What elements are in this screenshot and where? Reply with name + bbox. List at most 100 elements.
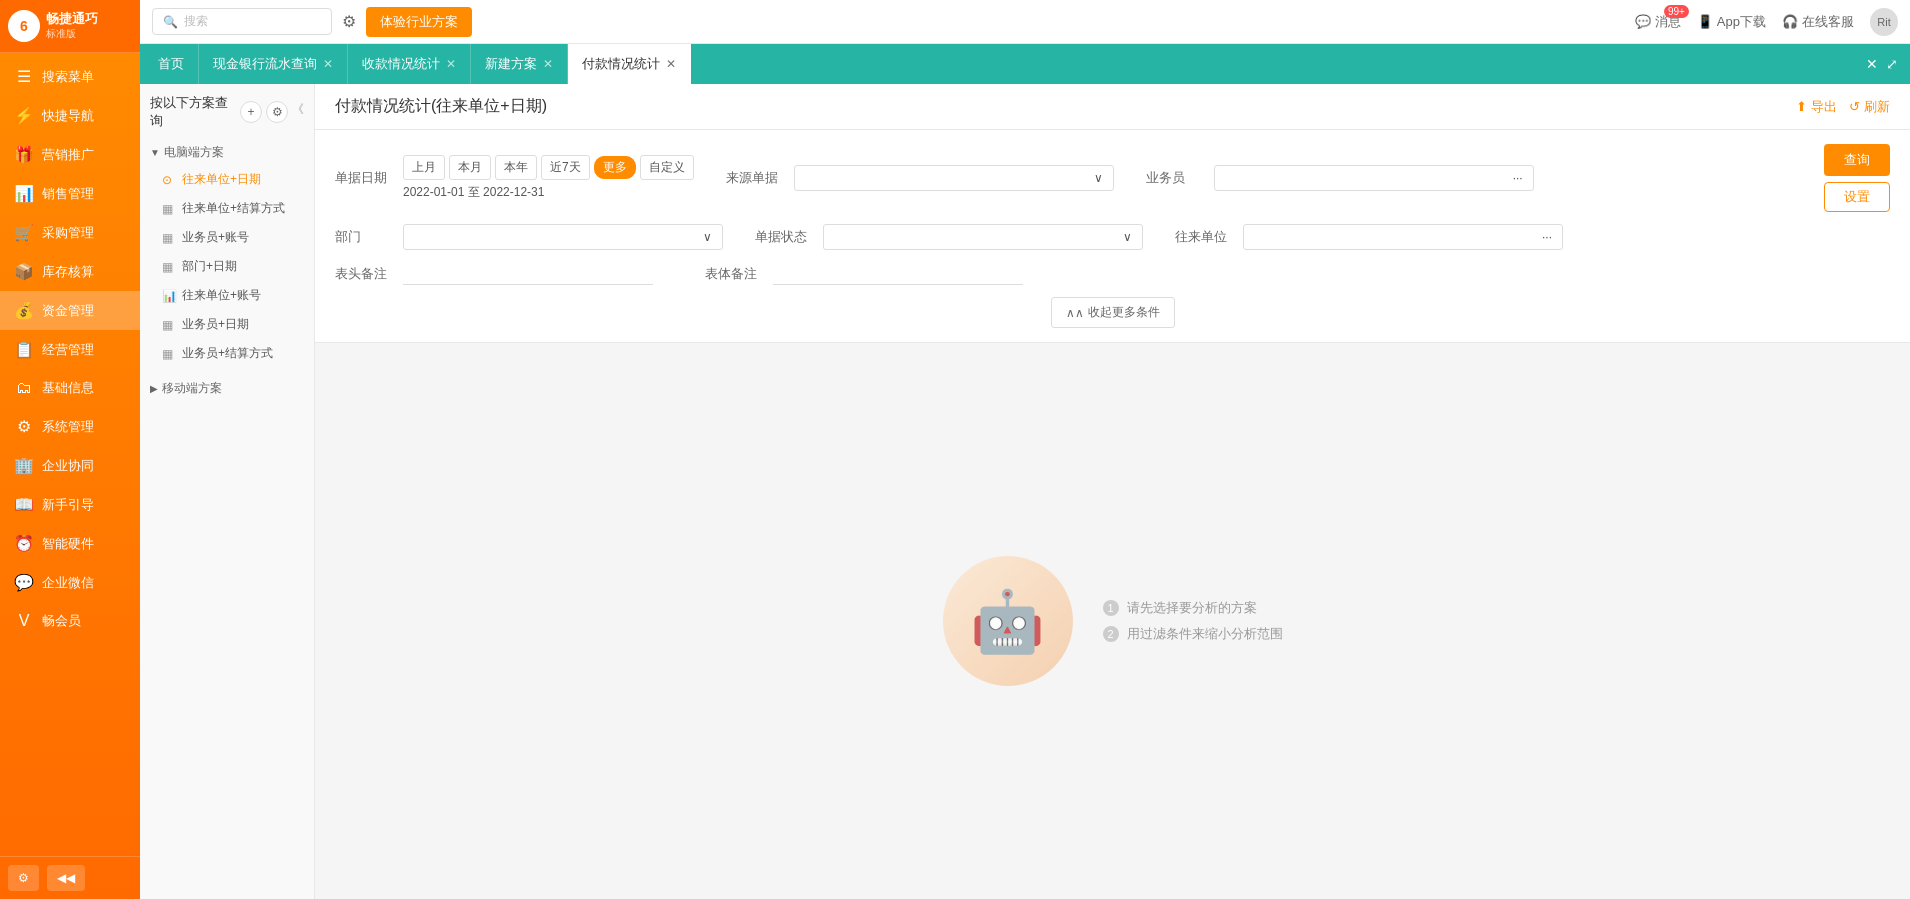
scheme-group-desktop-header[interactable]: ▼ 电脑端方案	[140, 140, 314, 165]
export-btn[interactable]: ⬆ 导出	[1796, 98, 1837, 116]
scheme-item-1[interactable]: ▦ 往来单位+结算方式	[140, 194, 314, 223]
date-btn-this-month[interactable]: 本月	[449, 155, 491, 180]
logo-icon: 6	[8, 10, 40, 42]
tab-payments[interactable]: 付款情况统计 ✕	[568, 44, 691, 84]
tab-home[interactable]: 首页	[144, 44, 199, 84]
sidebar-label-quicknav: 快捷导航	[42, 107, 94, 125]
scheme-item-2[interactable]: ▦ 业务员+账号	[140, 223, 314, 252]
message-btn[interactable]: 💬 消息 99+	[1635, 13, 1681, 31]
scheme-item-6[interactable]: ▦ 业务员+结算方式	[140, 339, 314, 368]
sidebar-item-inventory[interactable]: 📦库存核算	[0, 252, 140, 291]
logo-name: 畅捷通巧	[46, 11, 98, 27]
sidebar-collapse-btn[interactable]: ◀◀	[47, 865, 85, 891]
trial-btn[interactable]: 体验行业方案	[366, 7, 472, 37]
sidebar-item-purchase[interactable]: 🛒采购管理	[0, 213, 140, 252]
search-bar[interactable]: 🔍 搜索	[152, 8, 332, 35]
tab-cashflow[interactable]: 现金银行流水查询 ✕	[199, 44, 348, 84]
tip-text-2: 用过滤条件来缩小分析范围	[1127, 621, 1283, 647]
tab-maximize-btn[interactable]: ⤢	[1886, 56, 1898, 72]
scheme-settings-btn[interactable]: ⚙	[266, 101, 288, 123]
scheme-item-label-3: 部门+日期	[182, 258, 237, 275]
tab-new-scheme-close[interactable]: ✕	[543, 57, 553, 71]
scheme-add-btn[interactable]: +	[240, 101, 262, 123]
source-select[interactable]: ∨	[794, 165, 1114, 191]
app-download-btn[interactable]: 📱 App下载	[1697, 13, 1766, 31]
tab-payments-close[interactable]: ✕	[666, 57, 676, 71]
tab-close-window-btn[interactable]: ✕	[1866, 56, 1878, 72]
scheme-item-5[interactable]: ▦ 业务员+日期	[140, 310, 314, 339]
tab-cashflow-close[interactable]: ✕	[323, 57, 333, 71]
scheme-item-0[interactable]: ⊙ 往来单位+日期	[140, 165, 314, 194]
sidebar-item-member[interactable]: V 畅会员	[0, 602, 140, 640]
sidebar-item-finance[interactable]: 💰资金管理	[0, 291, 140, 330]
app-label: App下载	[1717, 13, 1766, 31]
date-range-input: 2022-01-01 至 2022-12-31	[403, 184, 694, 201]
scheme-item-label-0: 往来单位+日期	[182, 171, 261, 188]
sidebar-icon-wechat: 💬	[14, 573, 34, 592]
settings-btn[interactable]: 设置	[1824, 182, 1890, 212]
refresh-btn[interactable]: ↺ 刷新	[1849, 98, 1890, 116]
sidebar-label-system: 系统管理	[42, 418, 94, 436]
collapse-btn[interactable]: ∧∧ 收起更多条件	[1051, 297, 1175, 328]
status-select[interactable]: ∨	[823, 224, 1143, 250]
date-range-text: 2022-01-01 至 2022-12-31	[403, 184, 544, 201]
sidebar-item-hardware[interactable]: ⏰智能硬件	[0, 524, 140, 563]
body-remark-input[interactable]	[773, 262, 1023, 285]
avatar[interactable]: Rit	[1870, 8, 1898, 36]
partner-select[interactable]: ···	[1243, 224, 1563, 250]
search-placeholder: 搜索	[184, 13, 208, 30]
sidebar-item-corp[interactable]: 🏢企业协同	[0, 446, 140, 485]
sidebar-item-search[interactable]: ☰搜索菜单	[0, 57, 140, 96]
scheme-collapse-btn[interactable]: 《	[292, 101, 304, 123]
tip-row-2: 2 用过滤条件来缩小分析范围	[1103, 621, 1283, 647]
query-btn[interactable]: 查询	[1824, 144, 1890, 176]
collapse-bar: ∧∧ 收起更多条件	[335, 297, 1890, 328]
scheme-group-mobile-label: 移动端方案	[162, 380, 222, 397]
sidebar-item-quicknav[interactable]: ⚡快捷导航	[0, 96, 140, 135]
tip-num-1: 1	[1103, 600, 1119, 616]
status-chevron-icon: ∨	[1123, 230, 1132, 244]
tip-text-1: 请先选择要分析的方案	[1127, 595, 1257, 621]
topbar-settings-icon[interactable]: ⚙	[342, 12, 356, 31]
sidebar-icon-member: V	[14, 612, 34, 630]
refresh-label: 刷新	[1864, 98, 1890, 116]
date-btn-7days[interactable]: 近7天	[541, 155, 590, 180]
sidebar-item-guide[interactable]: 📖新手引导	[0, 485, 140, 524]
sidebar-bottom: ⚙ ◀◀	[0, 856, 140, 899]
scheme-item-3[interactable]: ▦ 部门+日期	[140, 252, 314, 281]
date-btn-custom[interactable]: 自定义	[640, 155, 694, 180]
scheme-item-label-2: 业务员+账号	[182, 229, 249, 246]
sidebar-label-business: 经营管理	[42, 341, 94, 359]
sidebar-settings-btn[interactable]: ⚙	[8, 865, 39, 891]
date-btn-this-year[interactable]: 本年	[495, 155, 537, 180]
page-actions: ⬆ 导出 ↺ 刷新	[1796, 98, 1890, 116]
scheme-item-icon-2: ▦	[162, 231, 176, 245]
sidebar-icon-guide: 📖	[14, 495, 34, 514]
sidebar-label-search: 搜索菜单	[42, 68, 94, 86]
sidebar-item-business[interactable]: 📋经营管理	[0, 330, 140, 369]
tab-receipts-close[interactable]: ✕	[446, 57, 456, 71]
date-btn-more[interactable]: 更多	[594, 156, 636, 179]
sidebar-icon-finance: 💰	[14, 301, 34, 320]
date-label: 单据日期	[335, 169, 391, 187]
sidebar-item-wechat[interactable]: 💬企业微信	[0, 563, 140, 602]
sidebar-icon-system: ⚙	[14, 417, 34, 436]
header-remark-input[interactable]	[403, 262, 653, 285]
tab-cashflow-label: 现金银行流水查询	[213, 55, 317, 73]
tab-new-scheme[interactable]: 新建方案 ✕	[471, 44, 568, 84]
sidebar-item-system[interactable]: ⚙ 系统管理	[0, 407, 140, 446]
sidebar-item-sales[interactable]: 📊销售管理	[0, 174, 140, 213]
tab-receipts-label: 收款情况统计	[362, 55, 440, 73]
date-btn-last-month[interactable]: 上月	[403, 155, 445, 180]
scheme-group-mobile-header[interactable]: ▶ 移动端方案	[140, 376, 314, 401]
service-btn[interactable]: 🎧 在线客服	[1782, 13, 1854, 31]
scheme-item-icon-5: ▦	[162, 318, 176, 332]
sidebar-label-member: 畅会员	[42, 612, 81, 630]
scheme-item-4[interactable]: 📊 往来单位+账号	[140, 281, 314, 310]
salesperson-select[interactable]: ···	[1214, 165, 1534, 191]
sidebar-item-marketing[interactable]: 🎁营销推广	[0, 135, 140, 174]
tab-receipts[interactable]: 收款情况统计 ✕	[348, 44, 471, 84]
dept-select[interactable]: ∨	[403, 224, 723, 250]
page-title-bar: 付款情况统计(往来单位+日期) ⬆ 导出 ↺ 刷新	[315, 84, 1910, 130]
sidebar-item-basic[interactable]: 🗂基础信息	[0, 369, 140, 407]
